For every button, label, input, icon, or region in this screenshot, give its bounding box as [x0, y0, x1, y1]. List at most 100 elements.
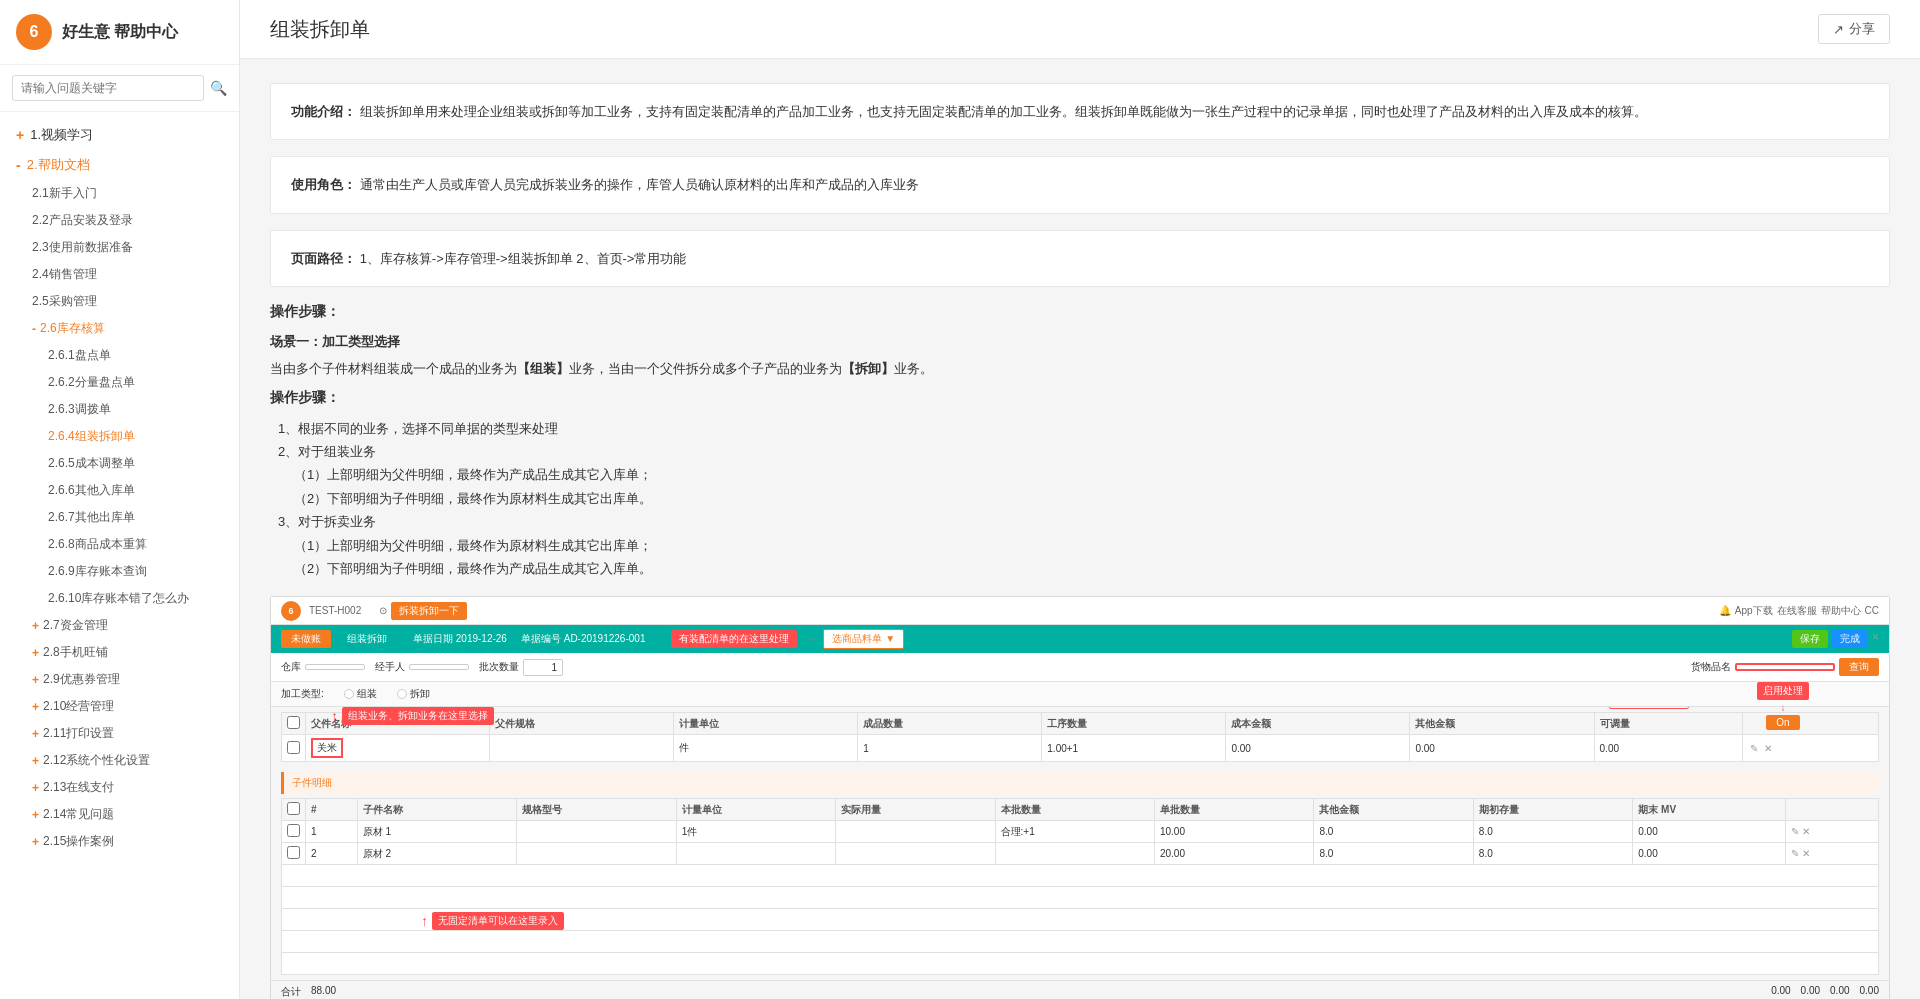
sidebar-item-stockquery[interactable]: 2.6.9库存账本查询: [0, 558, 239, 585]
sidebar-item-finance[interactable]: + 2.7资金管理: [0, 612, 239, 639]
expand-icon-payment: +: [32, 781, 39, 795]
sidebar-item-costrecalc[interactable]: 2.6.8商品成本重算: [0, 531, 239, 558]
sidebar-item-sales[interactable]: 2.4销售管理: [0, 261, 239, 288]
collapse-icon-inventory: -: [32, 322, 36, 336]
table-row-empty5: [282, 953, 1879, 975]
lower-col-batch-qty: 本批数量: [995, 799, 1154, 821]
sidebar-item-purchase[interactable]: 2.5采购管理: [0, 288, 239, 315]
child-init-stock: 8.0: [1473, 843, 1632, 865]
select-all-lower[interactable]: [287, 802, 300, 815]
child-end-mv: 0.00: [1633, 821, 1786, 843]
select-all-upper[interactable]: [287, 716, 300, 729]
sidebar-item-mobile[interactable]: + 2.8手机旺铺: [0, 639, 239, 666]
mock-date: 单据日期 2019-12-26: [413, 632, 507, 646]
intro-label: 功能介绍：: [291, 104, 356, 119]
sidebar-item-otheroutbound[interactable]: 2.6.7其他出库单: [0, 504, 239, 531]
step3-2: （2）下部明细为子件明细，最终作为产成品生成其它入库单。: [294, 557, 1890, 580]
step1: 1、根据不同的业务，选择不同单据的类型来处理: [278, 417, 1890, 440]
type-radio-disassembly[interactable]: 拆卸: [397, 687, 430, 701]
mock-choose-btn[interactable]: 选商品料单 ▼: [823, 629, 904, 649]
mock-lower-header: 子件明细: [281, 772, 1879, 794]
child-end-mv: 0.00: [1633, 843, 1786, 865]
search-input[interactable]: [12, 75, 204, 101]
mock-form-group3: 批次数量 1: [479, 659, 563, 676]
search-button[interactable]: 🔍: [210, 80, 227, 96]
lower-col-single-qty: 单批数量: [1154, 799, 1313, 821]
sidebar-item-video[interactable]: + 1.视频学习: [0, 120, 239, 150]
mock-lower-table: # 子件名称 规格型号 计量单位 实际用量 本批数量 单批数量 其他金额 期初存…: [281, 798, 1879, 975]
mock-new-btn[interactable]: 拆装拆卸一下: [391, 602, 467, 620]
mock-product-field[interactable]: [1735, 663, 1835, 671]
ops-section: 操作步骤： 场景一：加工类型选择 当由多个子件材料组装成一个成品的业务为【组装】…: [270, 303, 1890, 999]
page-title: 组装拆卸单: [270, 16, 370, 43]
mock-query-btn[interactable]: 查询: [1839, 658, 1879, 676]
mock-icon1: 🔔: [1719, 605, 1731, 616]
child-row-actions2: ✎ ✕: [1785, 843, 1878, 865]
mock-quantity-input[interactable]: 1: [523, 659, 563, 676]
mock-warehouse-select[interactable]: [305, 664, 365, 670]
mock-save-btn[interactable]: 保存: [1792, 630, 1828, 648]
col-avail: 可调量: [1594, 713, 1742, 735]
row-edit-icon3[interactable]: ✎: [1791, 848, 1799, 859]
mock-close-icon[interactable]: ×: [1872, 630, 1879, 648]
row-check[interactable]: [287, 824, 300, 837]
arrow3: ↑: [331, 708, 338, 724]
col-process-qty: 工序数量: [1042, 713, 1226, 735]
mock-tab2[interactable]: 组装拆卸: [337, 630, 397, 648]
sidebar-item-install[interactable]: 2.2产品安装及登录: [0, 207, 239, 234]
row-check[interactable]: [287, 846, 300, 859]
path-block: 页面路径： 1、库存核算->库存管理->组装拆卸单 2、首页->常用功能: [270, 230, 1890, 287]
mock-bottom-bar: 合计 88.00 0.00 0.00 0.00 0.00: [271, 980, 1889, 999]
row-check[interactable]: [287, 741, 300, 754]
sidebar-item-docs[interactable]: - 2.帮助文档: [0, 150, 239, 180]
sidebar: 6 好生意 帮助中心 🔍 + 1.视频学习 - 2.帮助文档 2.1新手入门 2…: [0, 0, 240, 999]
path-label: 页面路径：: [291, 251, 356, 266]
mock-enable-btn[interactable]: On: [1766, 715, 1799, 730]
sidebar-item-payment[interactable]: + 2.13在线支付: [0, 774, 239, 801]
parent-name-highlight[interactable]: 关米: [311, 738, 343, 758]
row-edit-icon[interactable]: ✎: [1750, 743, 1758, 754]
sidebar-item-coupon[interactable]: + 2.9优惠券管理: [0, 666, 239, 693]
annotation1-label: 有装配清单的在这里处理: [671, 630, 797, 648]
radio-assembly-label: 组装: [357, 687, 377, 701]
sidebar-item-partialcount[interactable]: 2.6.2分量盘点单: [0, 369, 239, 396]
row-delete-icon[interactable]: ✕: [1764, 743, 1772, 754]
row-edit-icon2[interactable]: ✎: [1791, 826, 1799, 837]
sidebar-item-stockcount[interactable]: 2.6.1盘点单: [0, 342, 239, 369]
mock-lower-table-area: 子件明细 ↑ 无固定清单可以在这里录入 # 子件名称: [271, 767, 1889, 980]
share-button[interactable]: ↗ 分享: [1818, 14, 1890, 44]
nav-tree: + 1.视频学习 - 2.帮助文档 2.1新手入门 2.2产品安装及登录 2.3…: [0, 112, 239, 999]
mock-tab-active[interactable]: 未做账: [281, 630, 331, 648]
sidebar-item-otherinbound[interactable]: 2.6.6其他入库单: [0, 477, 239, 504]
sidebar-item-print[interactable]: + 2.11打印设置: [0, 720, 239, 747]
type-radio-assembly[interactable]: 组装: [344, 687, 377, 701]
subsection-label: 2.3使用前数据准备: [32, 240, 133, 254]
row-delete-icon3[interactable]: ✕: [1802, 848, 1810, 859]
mock-confirm-btn[interactable]: 完成: [1832, 630, 1868, 648]
search-box: 🔍: [0, 65, 239, 112]
sidebar-item-costadjust[interactable]: 2.6.5成本调整单: [0, 450, 239, 477]
mock-operator-select[interactable]: [409, 664, 469, 670]
sidebar-item-cases[interactable]: + 2.15操作案例: [0, 828, 239, 855]
lower-col-end-mv: 期末 MV: [1633, 799, 1786, 821]
child-row-actions: ✎ ✕: [1785, 821, 1878, 843]
child-other-amt: 8.0: [1314, 821, 1473, 843]
expand-icon-personalize: +: [32, 754, 39, 768]
row-delete-icon2[interactable]: ✕: [1802, 826, 1810, 837]
sidebar-item-faq[interactable]: + 2.14常见问题: [0, 801, 239, 828]
sidebar-item-newuser[interactable]: 2.1新手入门: [0, 180, 239, 207]
sidebar-item-transfer[interactable]: 2.6.3调拨单: [0, 396, 239, 423]
annotation-group3: ↑ 组装业务、拆卸业务在这里选择: [331, 707, 494, 725]
lower-col-name: 子件名称: [357, 799, 516, 821]
expand-icon-coupon: +: [32, 673, 39, 687]
mock-icon4: 帮助中心: [1821, 604, 1861, 618]
sidebar-item-personalize[interactable]: + 2.12系统个性化设置: [0, 747, 239, 774]
child-batch-qty: 合理:+1: [995, 821, 1154, 843]
sidebar-item-inventory[interactable]: - 2.6库存核算: [0, 315, 239, 342]
sidebar-item-dataprep[interactable]: 2.3使用前数据准备: [0, 234, 239, 261]
sidebar-item-assembly[interactable]: 2.6.4组装拆卸单: [0, 423, 239, 450]
sidebar-item-ops[interactable]: + 2.10经营管理: [0, 693, 239, 720]
lower-col-init-stock: 期初存量: [1473, 799, 1632, 821]
sidebar-item-stockerror[interactable]: 2.6.10库存账本错了怎么办: [0, 585, 239, 612]
step2-2: （2）下部明细为子件明细，最终作为原材料生成其它出库单。: [294, 487, 1890, 510]
